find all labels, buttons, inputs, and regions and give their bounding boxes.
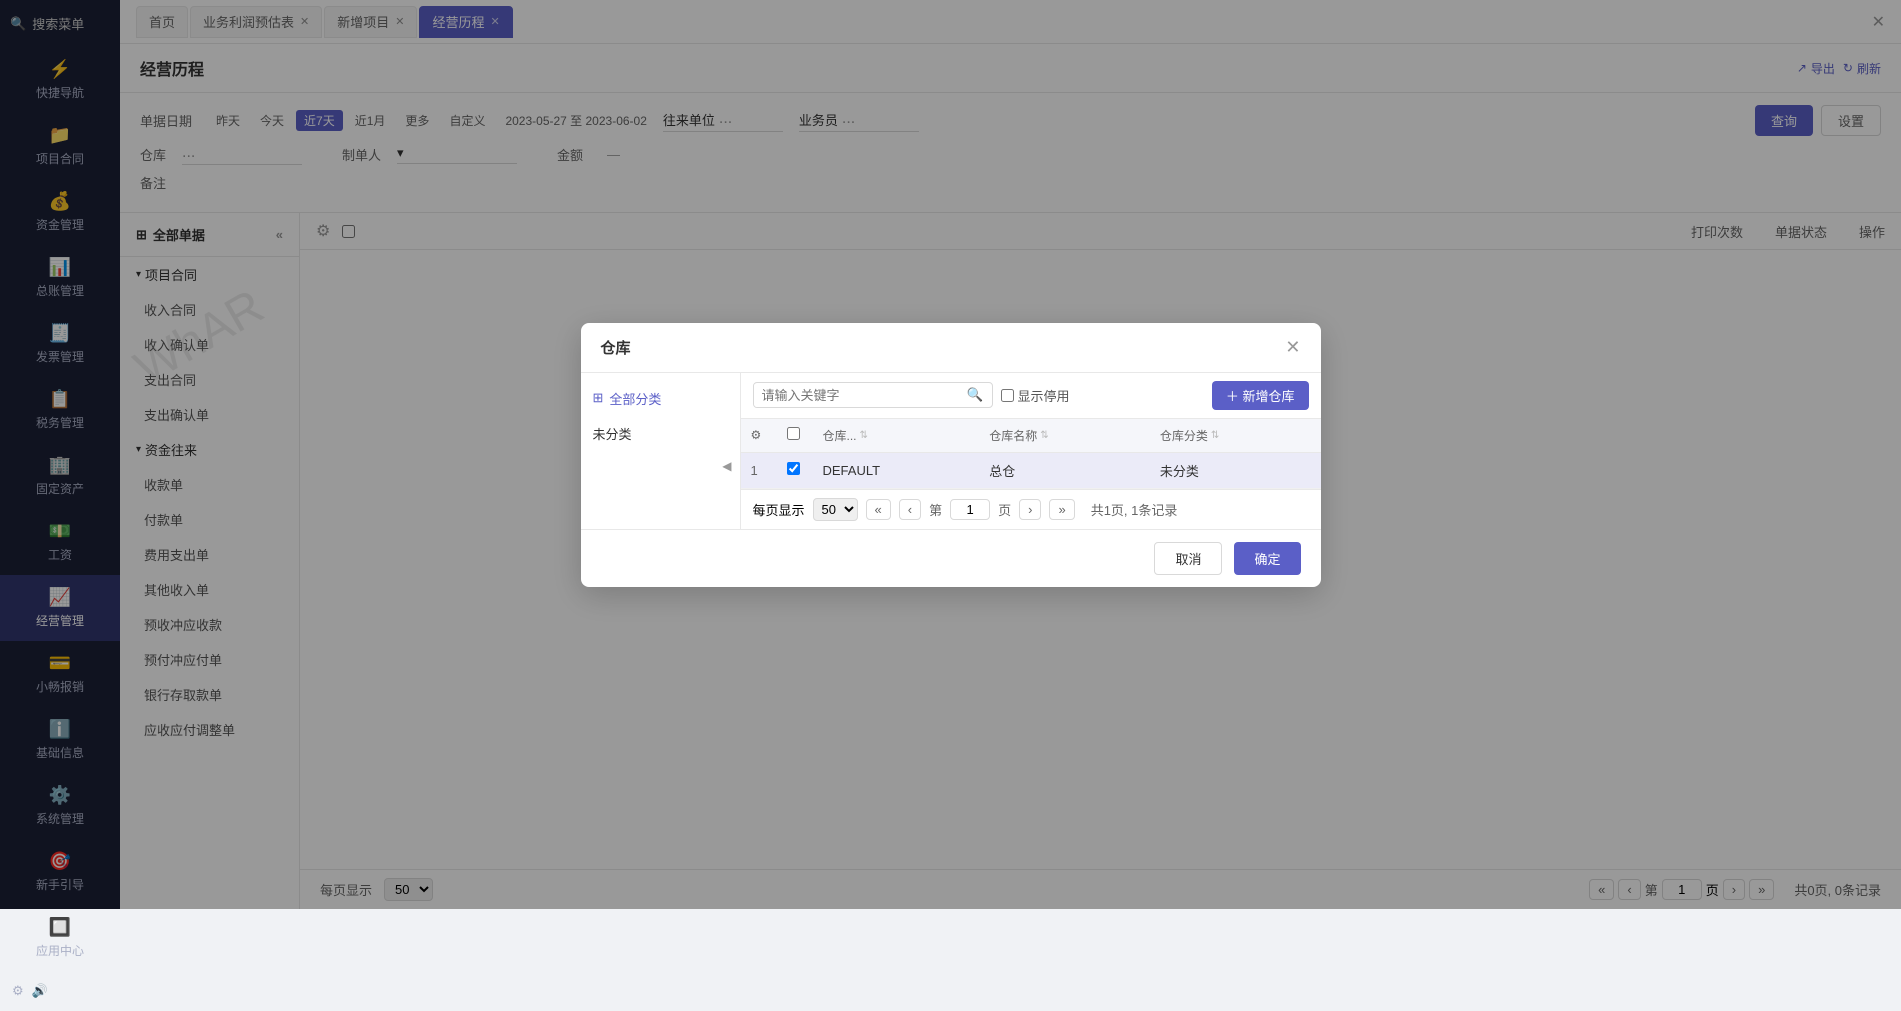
gear-icon[interactable]: ⚙: [751, 428, 762, 442]
th-settings: ⚙: [741, 419, 777, 453]
modal-close-button[interactable]: ✕: [1285, 337, 1300, 358]
confirm-button[interactable]: 确定: [1234, 542, 1300, 575]
th-name: 仓库名称 ⇅: [979, 419, 1150, 453]
modal-title: 仓库: [601, 337, 631, 358]
modal-left-panel: ⊞ 全部分类 未分类 ◀: [581, 373, 741, 529]
sidebar-item-app-center[interactable]: 🔲 应用中心: [0, 905, 120, 971]
modal-select-all-checkbox[interactable]: [787, 427, 800, 440]
row-name-cell: 总仓: [979, 452, 1150, 488]
modal-search-button[interactable]: 🔍: [959, 383, 992, 407]
app-center-icon: 🔲: [49, 917, 71, 938]
row-checkbox-cell: [777, 452, 813, 488]
modal-search-wrap: 🔍: [753, 382, 993, 408]
sort-icon-category: ⇅: [1211, 430, 1219, 441]
modal-total-info: 共1页, 1条记录: [1091, 500, 1178, 519]
sort-icon-name: ⇅: [1040, 430, 1048, 441]
modal-search-input[interactable]: [754, 384, 959, 407]
modal-last-page-btn[interactable]: »: [1049, 499, 1074, 520]
modal-table: ⚙ 仓库... ⇅: [741, 419, 1321, 489]
modal-page-label: 页: [998, 500, 1011, 519]
sort-icon-code: ⇅: [860, 430, 868, 441]
warehouse-modal: 仓库 ✕ ⊞ 全部分类 未分类 ◀: [581, 323, 1321, 587]
sidebar-item-label: 应用中心: [36, 942, 84, 959]
th-code-sort[interactable]: 仓库... ⇅: [823, 427, 970, 444]
show-disabled-label: 显示停用: [1001, 386, 1070, 405]
modal-all-categories-label: 全部分类: [609, 389, 661, 408]
modal-per-page-select[interactable]: 50: [813, 498, 858, 521]
modal-table-wrap: ⚙ 仓库... ⇅: [741, 419, 1321, 489]
modal-prev-page-btn[interactable]: ‹: [899, 499, 921, 520]
cancel-button[interactable]: 取消: [1154, 542, 1222, 575]
modal-per-page-label: 每页显示: [753, 500, 805, 519]
th-name-label: 仓库名称: [989, 427, 1037, 444]
add-warehouse-button[interactable]: ＋ 新增仓库: [1212, 381, 1309, 410]
row-num: 1: [751, 463, 758, 478]
modal-all-categories[interactable]: ⊞ 全部分类: [581, 381, 740, 416]
row-settings-cell: 1: [741, 452, 777, 488]
modal-first-page-btn[interactable]: «: [866, 499, 891, 520]
modal-body: ⊞ 全部分类 未分类 ◀ 🔍 显示停用: [581, 373, 1321, 529]
th-category: 仓库分类 ⇅: [1150, 419, 1321, 453]
settings-icon[interactable]: ⚙: [12, 983, 24, 999]
row-code-cell: DEFAULT: [813, 452, 980, 488]
modal-uncategorized[interactable]: 未分类: [581, 416, 740, 451]
table-row[interactable]: 1 DEFAULT 总仓 未分类: [741, 452, 1321, 488]
volume-icon[interactable]: 🔊: [32, 983, 48, 999]
modal-table-header-row: ⚙ 仓库... ⇅: [741, 419, 1321, 453]
th-code: 仓库... ⇅: [813, 419, 980, 453]
modal-overlay[interactable]: 仓库 ✕ ⊞ 全部分类 未分类 ◀: [0, 0, 1901, 909]
modal-page-input[interactable]: [950, 499, 990, 520]
sidebar-bottom: ⚙ 🔊: [0, 971, 120, 1011]
modal-right-panel: 🔍 显示停用 ＋ 新增仓库 ⚙: [741, 373, 1321, 529]
modal-toolbar: 🔍 显示停用 ＋ 新增仓库: [741, 373, 1321, 419]
grid-icon-modal: ⊞: [593, 390, 604, 406]
th-category-label: 仓库分类: [1160, 427, 1208, 444]
modal-collapse-btn[interactable]: ◀: [718, 455, 735, 477]
modal-header: 仓库 ✕: [581, 323, 1321, 373]
show-disabled-text: 显示停用: [1018, 386, 1070, 405]
th-name-sort[interactable]: 仓库名称 ⇅: [989, 427, 1140, 444]
row-checkbox[interactable]: [787, 462, 800, 475]
modal-table-footer: 每页显示 50 « ‹ 第 页 › » 共1页, 1条记录: [741, 489, 1321, 529]
th-checkbox: [777, 419, 813, 453]
row-category-cell: 未分类: [1150, 452, 1321, 488]
th-code-label: 仓库...: [823, 427, 857, 444]
modal-next-page-btn[interactable]: ›: [1019, 499, 1041, 520]
modal-footer: 取消 确定: [581, 529, 1321, 587]
modal-left-collapse-area: ◀: [581, 451, 740, 481]
modal-page-label-pre: 第: [929, 500, 942, 519]
th-category-sort[interactable]: 仓库分类 ⇅: [1160, 427, 1311, 444]
show-disabled-checkbox[interactable]: [1001, 389, 1014, 402]
